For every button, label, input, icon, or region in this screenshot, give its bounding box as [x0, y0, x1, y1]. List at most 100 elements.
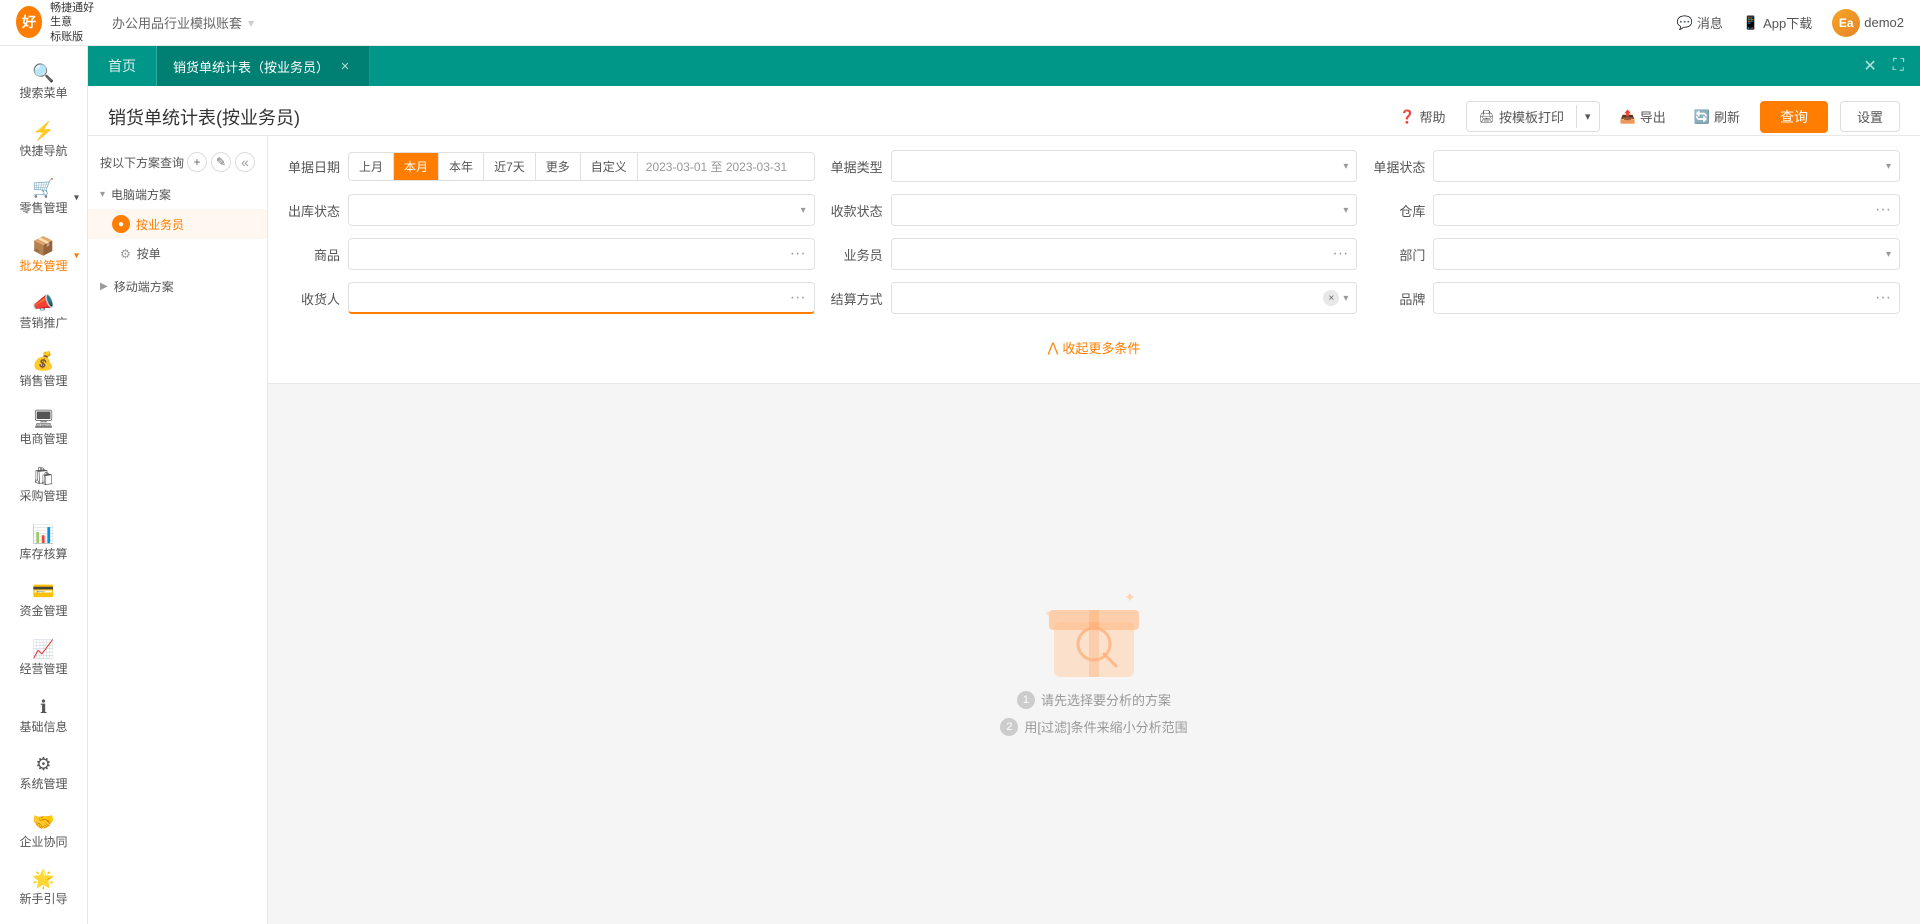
date-btn-last7[interactable]: 近7天 — [484, 153, 536, 180]
date-btn-thismonth[interactable]: 本月 — [394, 153, 439, 180]
sidebar-item-basicinfo[interactable]: ℹ 基础信息 — [0, 688, 87, 746]
sidebar-item-wholesale[interactable]: 📦 批发管理 — [0, 227, 87, 285]
main-layout: 🔍 搜索菜单 ⚡ 快捷导航 🛒 零售管理 📦 批发管理 📣 营销推广 💰 销售管… — [0, 46, 1920, 924]
result-area: ✦ ✦ ● 1 请先选择要分析的方案 — [268, 384, 1920, 924]
header-right: 💬 消息 📱 App下载 Ea demo2 — [1677, 9, 1904, 37]
payment-clear-btn[interactable]: × — [1323, 290, 1339, 306]
logo-area: 好 畅捷通好生意 标账版 — [16, 1, 104, 44]
system-icon: ⚙ — [35, 755, 51, 773]
shipstatus-arrow: ▾ — [801, 205, 806, 216]
shipstatus-control[interactable]: ▾ — [348, 194, 815, 226]
tab-current[interactable]: 销货单统计表（按业务员） ✕ — [157, 46, 370, 86]
collapse-scheme-btn[interactable]: « — [235, 152, 255, 172]
cooperation-icon: 🤝 — [32, 813, 54, 831]
marketing-icon: 📣 — [32, 294, 54, 312]
sidebar-item-finance[interactable]: 💳 资金管理 — [0, 572, 87, 630]
filter-results-area: 单据日期 上月 本月 本年 近7天 更多 自定义 2023-03-01 至 20… — [268, 136, 1920, 924]
edit-scheme-btn[interactable]: ✎ — [211, 152, 231, 172]
finance-icon: 💳 — [32, 582, 54, 600]
brand-control[interactable]: ··· — [1433, 282, 1900, 314]
receiptstatus-arrow: ▾ — [1343, 205, 1348, 216]
sidebar-item-sales[interactable]: 💰 销售管理 — [0, 342, 87, 400]
query-btn[interactable]: 查询 — [1760, 101, 1828, 133]
sidebar-item-marketing[interactable]: 📣 营销推广 — [0, 284, 87, 342]
scheme-by-order[interactable]: ⚙ 按单 — [88, 239, 267, 268]
help-btn[interactable]: ❓ 帮助 — [1391, 103, 1453, 130]
page-header: 销货单统计表(按业务员) ❓ 帮助 🖨 按模板打印 ▾ — [88, 86, 1920, 136]
receiptstatus-label: 收款状态 — [831, 201, 883, 220]
add-scheme-btn[interactable]: + — [187, 152, 207, 172]
mobile-group-header[interactable]: ▶ 移动端方案 — [88, 272, 267, 301]
warehouse-label: 仓库 — [1373, 201, 1425, 220]
search-nav-icon: 🔍 — [32, 64, 54, 82]
wholesale-icon: 📦 — [32, 237, 54, 255]
docstatus-arrow: ▾ — [1886, 161, 1891, 172]
mobile-group-arrow: ▶ — [100, 281, 108, 292]
breadcrumb-arrow: ▾ — [248, 16, 254, 30]
desktop-group-header[interactable]: ▾ 电脑端方案 — [88, 180, 267, 209]
sidebar: 🔍 搜索菜单 ⚡ 快捷导航 🛒 零售管理 📦 批发管理 📣 营销推广 💰 销售管… — [0, 46, 88, 924]
date-btn-thisyear[interactable]: 本年 — [439, 153, 484, 180]
brand-label: 品牌 — [1373, 289, 1425, 308]
message-btn[interactable]: 💬 消息 — [1677, 13, 1723, 32]
receiptstatus-control[interactable]: ▾ — [891, 194, 1358, 226]
sidebar-item-search[interactable]: 🔍 搜索菜单 — [0, 54, 87, 112]
retail-icon: 🛒 — [32, 179, 54, 197]
logo-icon: 好 — [16, 6, 42, 38]
print-icon: 🖨 — [1479, 109, 1496, 125]
docstatus-control[interactable]: ▾ — [1433, 150, 1900, 182]
scheme-by-salesperson[interactable]: ● 按业务员 — [88, 209, 267, 239]
sidebar-item-system[interactable]: ⚙ 系统管理 — [0, 745, 87, 803]
department-label: 部门 — [1373, 245, 1425, 264]
filter-doctype-item: 单据类型 ▾ — [831, 150, 1358, 182]
receiver-dots: ··· — [790, 290, 806, 306]
desktop-group-arrow: ▾ — [100, 189, 105, 200]
doctype-control[interactable]: ▾ — [891, 150, 1358, 182]
export-btn[interactable]: 📤 导出 — [1612, 103, 1674, 130]
print-dropdown-arrow[interactable]: ▾ — [1576, 105, 1599, 128]
settings-btn[interactable]: 设置 — [1840, 101, 1900, 132]
date-btn-more[interactable]: 更多 — [536, 153, 581, 180]
sidebar-item-ecommerce[interactable]: 🖥 电商管理 — [0, 400, 87, 458]
date-btn-lastmonth[interactable]: 上月 — [349, 153, 394, 180]
tab-close-btn[interactable]: ✕ — [337, 58, 353, 74]
sidebar-item-operations[interactable]: 📈 经营管理 — [0, 630, 87, 688]
filter-row-4: 收货人 ··· 结算方式 — [288, 282, 1900, 314]
warehouse-control[interactable]: ··· — [1433, 194, 1900, 226]
hint-2: 2 用[过滤]条件来缩小分析范围 — [1000, 717, 1187, 736]
filter-area: 单据日期 上月 本月 本年 近7天 更多 自定义 2023-03-01 至 20… — [268, 136, 1920, 384]
svg-text:✦: ✦ — [1044, 609, 1052, 620]
sidebar-item-guide[interactable]: 🌟 新手引导 — [0, 860, 87, 918]
department-control[interactable]: ▾ — [1433, 238, 1900, 270]
payment-control[interactable]: × ▾ — [891, 282, 1358, 314]
collapse-filter-btn[interactable]: ⋀ 收起更多条件 — [1042, 332, 1147, 363]
user-profile-btn[interactable]: Ea demo2 — [1832, 9, 1904, 37]
desktop-scheme-group: ▾ 电脑端方案 ● 按业务员 ⚙ 按单 — [88, 180, 267, 268]
refresh-icon: 🔄 — [1694, 109, 1710, 125]
filter-docstatus-item: 单据状态 ▾ — [1373, 150, 1900, 182]
app-download-btn[interactable]: 📱 App下载 — [1743, 13, 1812, 32]
sidebar-item-retail[interactable]: 🛒 零售管理 — [0, 169, 87, 227]
receiver-control[interactable]: ··· — [348, 282, 815, 314]
top-header: 好 畅捷通好生意 标账版 办公用品行业模拟账套 ▾ 💬 消息 📱 App下载 E… — [0, 0, 1920, 46]
page-title: 销货单统计表(按业务员) — [108, 104, 300, 130]
sub-icon: ⚙ — [120, 247, 131, 261]
print-btn[interactable]: 🖨 按模板打印 — [1467, 102, 1577, 131]
sidebar-item-appcenter[interactable]: 📱 应用中心 — [0, 918, 87, 924]
date-btn-custom[interactable]: 自定义 — [581, 153, 638, 180]
tab-bar-right: ✕ ⛶ — [1847, 52, 1920, 80]
salesperson-control[interactable]: ··· — [891, 238, 1358, 270]
refresh-btn[interactable]: 🔄 刷新 — [1686, 103, 1748, 130]
doctype-arrow: ▾ — [1343, 161, 1348, 172]
sidebar-item-shortcut[interactable]: ⚡ 快捷导航 — [0, 112, 87, 170]
product-label: 商品 — [288, 245, 340, 264]
sidebar-item-cooperation[interactable]: 🤝 企业协同 — [0, 803, 87, 861]
tab-expand-icon[interactable]: ⛶ — [1889, 53, 1908, 79]
filter-collapse-row: ⋀ 收起更多条件 — [288, 326, 1900, 369]
product-control[interactable]: ··· — [348, 238, 815, 270]
sidebar-item-inventory[interactable]: 📊 库存核算 — [0, 515, 87, 573]
empty-state: ✦ ✦ ● 1 请先选择要分析的方案 — [268, 384, 1920, 924]
tab-close-window-icon[interactable]: ✕ — [1859, 52, 1880, 80]
tab-home[interactable]: 首页 — [88, 46, 157, 86]
sidebar-item-purchase[interactable]: 🛍 采购管理 — [0, 457, 87, 515]
